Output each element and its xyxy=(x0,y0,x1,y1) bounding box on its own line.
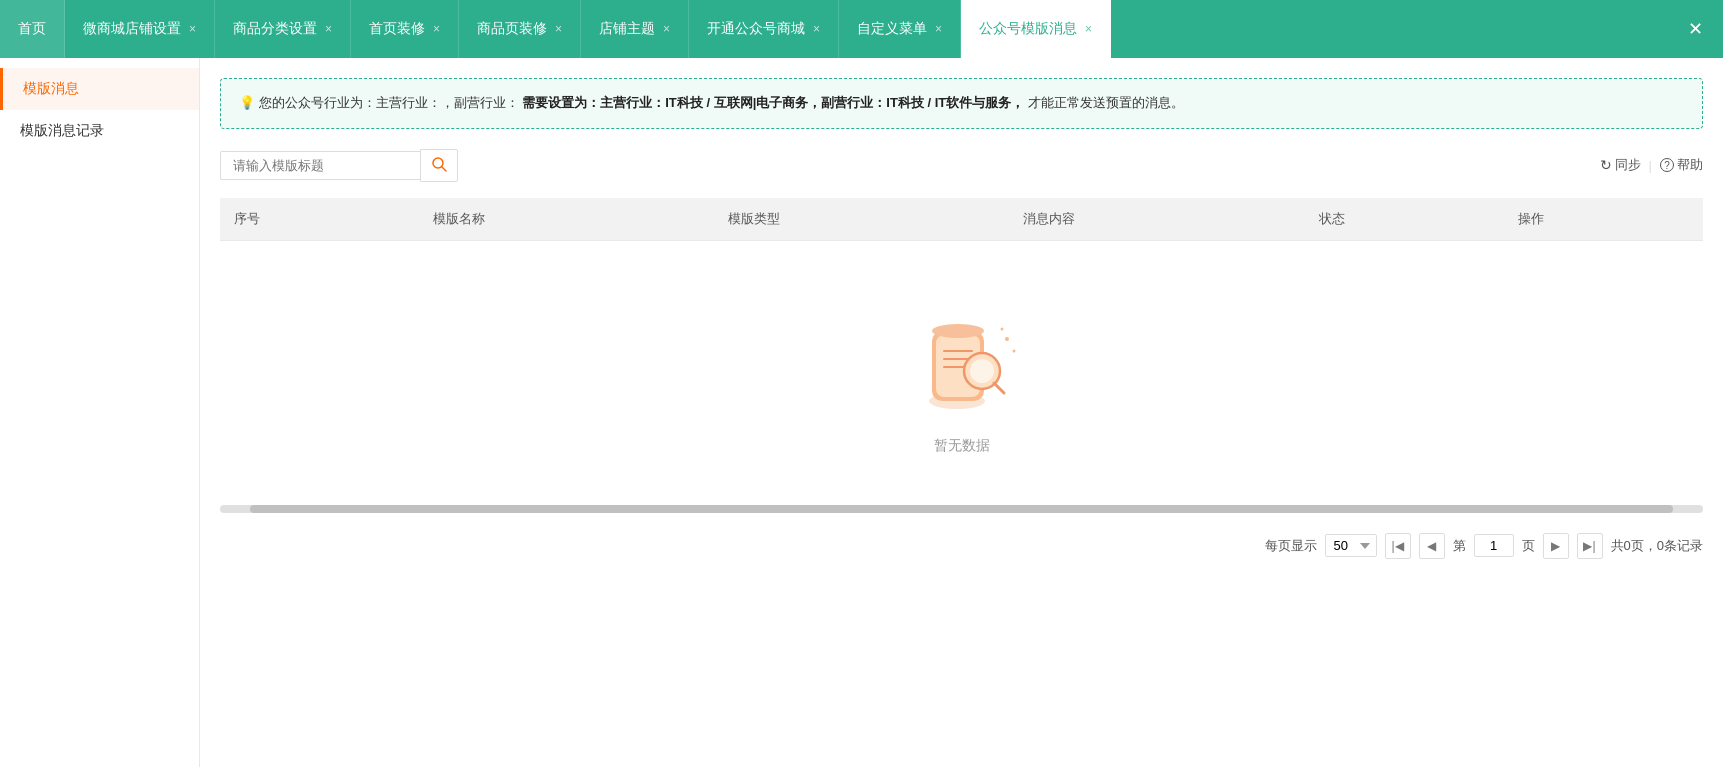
nav-tab-close-6[interactable]: × xyxy=(813,22,820,36)
first-page-button[interactable]: |◀ xyxy=(1385,533,1411,559)
help-label: 帮助 xyxy=(1677,156,1703,174)
svg-point-14 xyxy=(1000,327,1003,330)
search-button[interactable] xyxy=(420,149,458,182)
empty-row: 暂无数据 xyxy=(220,240,1703,495)
svg-point-13 xyxy=(1012,349,1015,352)
nav-tab-8[interactable]: 公众号模版消息× xyxy=(961,0,1111,58)
notice-highlight: 需要设置为：主营行业：IT科技 / 互联网|电子商务，副营行业：IT科技 / I… xyxy=(522,95,1024,110)
page-label-pre: 第 xyxy=(1453,537,1466,555)
table-header-name: 模版名称 xyxy=(419,198,714,241)
notice-text-prefix: 您的公众号行业为：主营行业：，副营行业： xyxy=(259,95,519,110)
scrollbar-thumb[interactable] xyxy=(250,505,1674,513)
table-header-content: 消息内容 xyxy=(1009,198,1304,241)
pagination: 每页显示 50 20 100 |◀ ◀ 第 页 ▶ ▶| 共0页，0条记录 xyxy=(220,523,1703,569)
page-input[interactable] xyxy=(1474,534,1514,557)
content-area: 💡 您的公众号行业为：主营行业：，副营行业： 需要设置为：主营行业：IT科技 /… xyxy=(200,58,1723,767)
page-label-post: 页 xyxy=(1522,537,1535,555)
nav-tab-close-1[interactable]: × xyxy=(189,22,196,36)
main-layout: 模版消息模版消息记录 💡 您的公众号行业为：主营行业：，副营行业： 需要设置为：… xyxy=(0,58,1723,767)
sync-label: 同步 xyxy=(1615,156,1641,174)
nav-tab-close-8[interactable]: × xyxy=(1085,22,1092,36)
nav-tab-1[interactable]: 微商城店铺设置× xyxy=(65,0,215,58)
search-bar: ↻ 同步 | ? 帮助 xyxy=(220,149,1703,182)
close-all-button[interactable]: ✕ xyxy=(1668,18,1723,40)
empty-state: 暂无数据 xyxy=(220,241,1703,495)
nav-tab-close-7[interactable]: × xyxy=(935,22,942,36)
help-icon: ? xyxy=(1660,158,1674,172)
nav-tab-4[interactable]: 商品页装修× xyxy=(459,0,581,58)
sidebar-item-0[interactable]: 模版消息 xyxy=(0,68,199,110)
notice-icon: 💡 xyxy=(239,95,255,110)
next-page-button[interactable]: ▶ xyxy=(1543,533,1569,559)
nav-tab-0[interactable]: 首页 xyxy=(0,0,65,58)
page-size-label: 每页显示 xyxy=(1265,537,1317,555)
table-header-status: 状态 xyxy=(1305,198,1504,241)
last-page-button[interactable]: ▶| xyxy=(1577,533,1603,559)
nav-tab-close-5[interactable]: × xyxy=(663,22,670,36)
table-header-index: 序号 xyxy=(220,198,419,241)
svg-line-1 xyxy=(442,167,446,171)
page-size-select[interactable]: 50 20 100 xyxy=(1325,534,1377,557)
notice-text-suffix: 才能正常发送预置的消息。 xyxy=(1028,95,1184,110)
table-header-type: 模版类型 xyxy=(714,198,1009,241)
data-table: 序号模版名称模版类型消息内容状态操作 xyxy=(220,198,1703,495)
svg-line-11 xyxy=(994,383,1004,393)
nav-tab-6[interactable]: 开通公众号商城× xyxy=(689,0,839,58)
table-header: 序号模版名称模版类型消息内容状态操作 xyxy=(220,198,1703,241)
sidebar-item-1[interactable]: 模版消息记录 xyxy=(0,110,199,152)
search-icon xyxy=(431,156,447,172)
svg-point-10 xyxy=(970,359,994,383)
help-button[interactable]: ? 帮助 xyxy=(1660,156,1703,174)
empty-text: 暂无数据 xyxy=(934,437,990,455)
svg-point-12 xyxy=(1005,337,1009,341)
nav-tab-close-4[interactable]: × xyxy=(555,22,562,36)
search-right: ↻ 同步 | ? 帮助 xyxy=(1600,156,1703,174)
svg-point-5 xyxy=(932,324,984,338)
sidebar: 模版消息模版消息记录 xyxy=(0,58,200,767)
page-total: 共0页，0条记录 xyxy=(1611,537,1703,555)
nav-tab-close-3[interactable]: × xyxy=(433,22,440,36)
nav-tab-7[interactable]: 自定义菜单× xyxy=(839,0,961,58)
sync-button[interactable]: ↻ 同步 xyxy=(1600,156,1641,174)
nav-tab-3[interactable]: 首页装修× xyxy=(351,0,459,58)
table-header-action: 操作 xyxy=(1504,198,1703,241)
nav-tab-2[interactable]: 商品分类设置× xyxy=(215,0,351,58)
search-input[interactable] xyxy=(220,151,420,180)
search-left xyxy=(220,149,458,182)
prev-page-button[interactable]: ◀ xyxy=(1419,533,1445,559)
divider: | xyxy=(1649,158,1652,173)
scrollbar-track[interactable] xyxy=(220,505,1703,513)
sync-icon: ↻ xyxy=(1600,157,1612,173)
nav-tab-close-2[interactable]: × xyxy=(325,22,332,36)
top-nav: 首页微商城店铺设置×商品分类设置×首页装修×商品页装修×店铺主题×开通公众号商城… xyxy=(0,0,1723,58)
nav-tab-5[interactable]: 店铺主题× xyxy=(581,0,689,58)
empty-illustration xyxy=(902,301,1022,421)
notice-box: 💡 您的公众号行业为：主营行业：，副营行业： 需要设置为：主营行业：IT科技 /… xyxy=(220,78,1703,129)
